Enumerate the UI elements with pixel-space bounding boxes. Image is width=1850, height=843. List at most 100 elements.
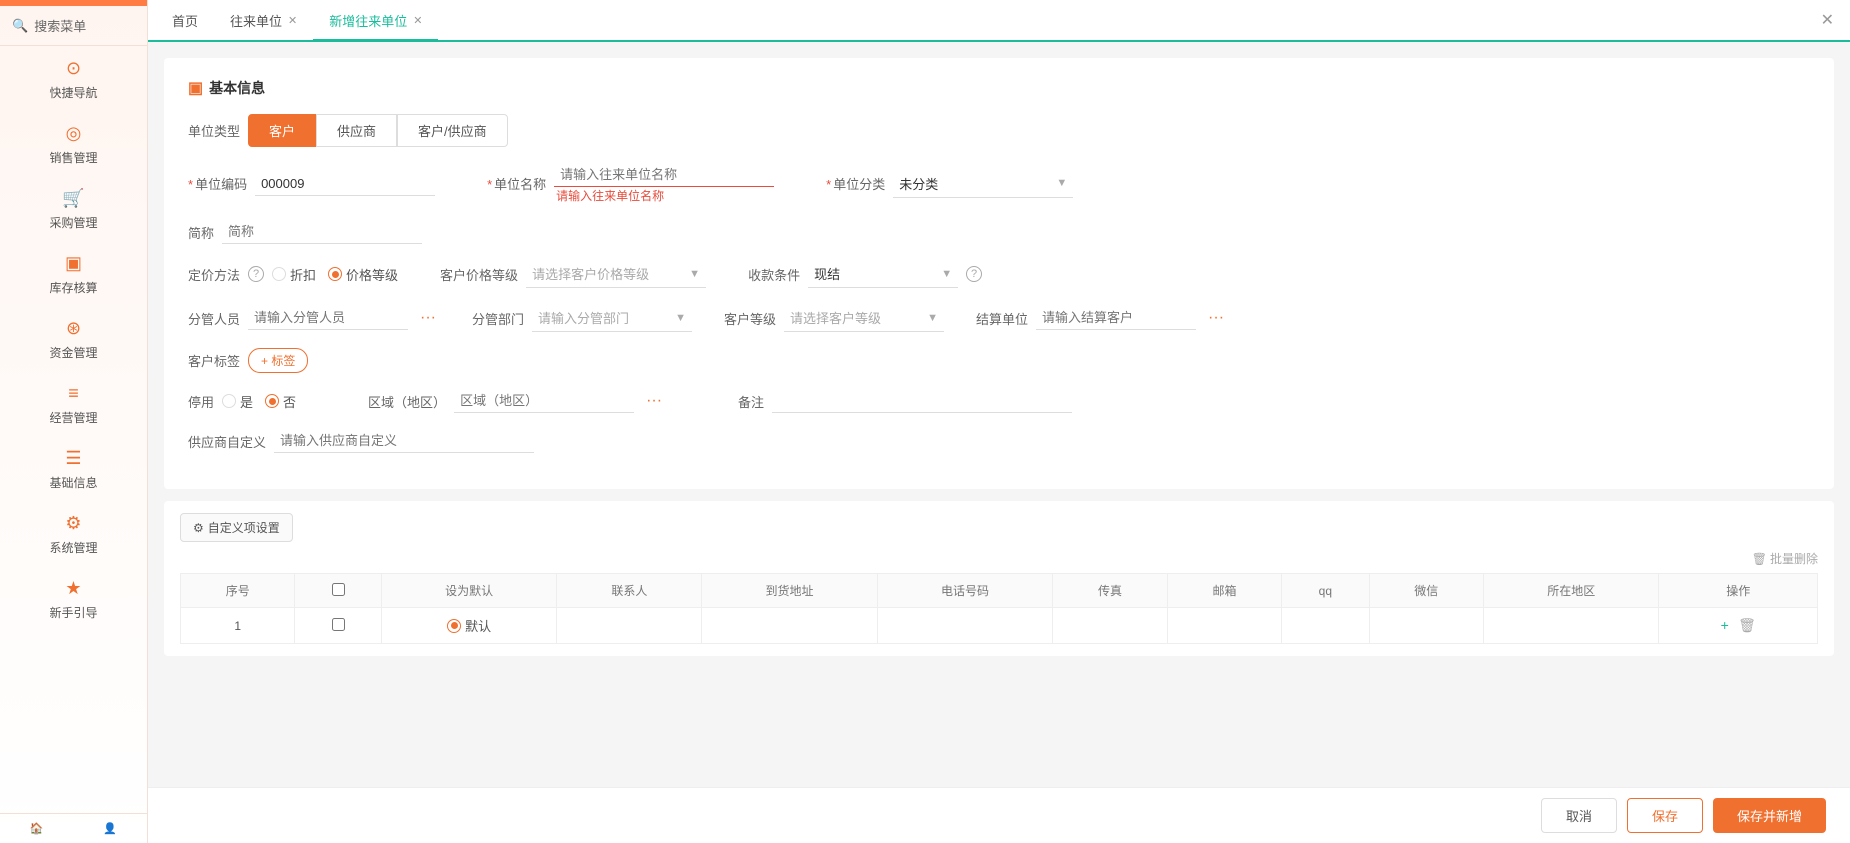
sidebar-item-quick-nav[interactable]: ⊙ 快捷导航 [0,46,147,111]
department-group: 分管部门 请输入分管部门 ▼ [472,304,692,332]
row-fax[interactable] [1053,608,1167,644]
tag-add-button[interactable]: + 标签 [248,348,308,373]
sidebar-item-purchase[interactable]: 🛒 采购管理 [0,176,147,241]
tab-new-counterparty-label: 新增往来单位 [329,11,407,30]
row-checkbox [295,608,381,644]
sidebar-search-label: 搜索菜单 [34,16,86,35]
sidebar-item-finance[interactable]: ⊛ 资金管理 [0,306,147,371]
sidebar-item-inventory[interactable]: ▣ 库存核算 [0,241,147,306]
sidebar-item-guide[interactable]: ★ 新手引导 [0,566,147,631]
row-add-btn[interactable]: + [1718,617,1732,633]
sidebar-item-system[interactable]: ⚙ 系统管理 [0,501,147,566]
code-name-category-row: *单位编码 *单位名称 请输入往来单位名称 *单位分类 未分类 ▼ [188,163,1810,204]
unit-type-btn-supplier[interactable]: 供应商 [316,114,397,147]
quick-nav-icon: ⊙ [62,56,86,80]
sidebar-item-ops[interactable]: ≡ 经营管理 [0,371,147,436]
unit-category-value: 未分类 [899,174,1052,193]
settlement-unit-label: 结算单位 [976,309,1028,328]
department-dropdown[interactable]: 请输入分管部门 ▼ [532,304,692,332]
payment-terms-dropdown[interactable]: 现结 ▼ [808,260,958,288]
tab-bar-close-btn[interactable]: ✕ [1813,10,1842,30]
customer-level-dropdown[interactable]: 请选择客户等级 ▼ [784,304,944,332]
pricing-discount-option[interactable]: 折扣 [272,265,316,284]
row-select-checkbox[interactable] [332,618,345,631]
supplier-custom-input[interactable] [274,429,534,453]
select-all-checkbox[interactable] [332,583,345,596]
unit-type-btn-customer[interactable]: 客户 [248,114,316,147]
tab-bar: 首页 往来单位 ✕ 新增往来单位 ✕ ✕ [148,0,1850,42]
manager-input[interactable] [248,306,408,330]
col-index: 序号 [181,574,295,608]
save-new-button[interactable]: 保存并新增 [1713,798,1826,833]
unit-name-input[interactable] [554,163,774,187]
inventory-icon: ▣ [62,251,86,275]
settlement-unit-more-btn[interactable]: ··· [1204,309,1228,327]
custom-settings-button[interactable]: ⚙ 自定义项设置 [180,513,293,542]
department-arrow: ▼ [675,312,686,324]
col-phone: 电话号码 [877,574,1052,608]
short-name-input[interactable] [222,220,422,244]
unit-code-input[interactable] [255,172,435,196]
pricing-level-radio[interactable] [328,267,342,281]
settlement-unit-input[interactable] [1036,306,1196,330]
row-contact[interactable] [557,608,702,644]
unit-name-group: *单位名称 请输入往来单位名称 [487,163,774,204]
row-action: + 🗑 [1659,608,1818,644]
row-default-radio[interactable]: 默认 [392,616,546,635]
pricing-level-option[interactable]: 价格等级 [328,265,398,284]
row-wechat[interactable] [1369,608,1483,644]
ops-icon: ≡ [62,381,86,405]
pricing-help-icon[interactable]: ? [248,266,264,282]
customer-price-level-dropdown[interactable]: 请选择客户价格等级 ▼ [526,260,706,288]
system-icon: ⚙ [62,511,86,535]
cancel-button[interactable]: 取消 [1541,798,1617,833]
tab-new-counterparty[interactable]: 新增往来单位 ✕ [313,1,438,41]
col-checkbox [295,574,381,608]
row-qq[interactable] [1282,608,1369,644]
manager-more-btn[interactable]: ··· [416,309,440,327]
row-email[interactable] [1167,608,1281,644]
sidebar-label-quick-nav: 快捷导航 [49,84,97,101]
row-phone[interactable] [877,608,1052,644]
save-button[interactable]: 保存 [1627,798,1703,833]
payment-terms-help-icon[interactable]: ? [966,266,982,282]
section-title-text: 基本信息 [209,78,265,98]
sidebar-home-btn[interactable]: 🏠 [30,822,44,835]
sidebar-label-sales: 销售管理 [49,149,97,166]
batch-delete-label: 批量删除 [1770,550,1818,567]
tab-counterparty-close[interactable]: ✕ [288,14,297,27]
sidebar-label-guide: 新手引导 [49,604,97,621]
disabled-yes-radio[interactable] [222,394,236,408]
row-address[interactable] [702,608,877,644]
sales-icon: ◎ [62,121,86,145]
pricing-discount-radio[interactable] [272,267,286,281]
unit-category-dropdown[interactable]: 未分类 ▼ [893,170,1073,198]
tab-counterparty[interactable]: 往来单位 ✕ [214,1,313,41]
region-more-btn[interactable]: ··· [642,392,666,410]
customer-level-placeholder: 请选择客户等级 [790,308,923,327]
disabled-yes-option[interactable]: 是 [222,392,253,411]
home-icon: 🏠 [30,822,44,835]
sidebar-label-system: 系统管理 [49,539,97,556]
sidebar-user-btn[interactable]: 👤 [103,822,117,835]
supplier-custom-row: 供应商自定义 [188,429,1810,453]
pricing-row: 定价方法 ? 折扣 价格等级 [188,260,1810,288]
tab-new-counterparty-close[interactable]: ✕ [413,14,422,27]
sidebar-label-inventory: 库存核算 [49,279,97,296]
sidebar-search[interactable]: 🔍 搜索菜单 [0,6,147,46]
unit-name-label: *单位名称 [487,174,546,193]
row-delete-btn[interactable]: 🗑 [1735,617,1759,633]
batch-delete-button[interactable]: 🗑 批量删除 [1752,550,1818,567]
region-input[interactable] [454,389,634,413]
pricing-method-group: 定价方法 ? 折扣 价格等级 [188,265,398,284]
row-region[interactable] [1483,608,1658,644]
guide-icon: ★ [62,576,86,600]
disabled-no-option[interactable]: 否 [265,392,296,411]
sidebar-item-sales[interactable]: ◎ 销售管理 [0,111,147,176]
sidebar-item-basic[interactable]: ☰ 基础信息 [0,436,147,501]
disabled-no-radio[interactable] [265,394,279,408]
disabled-label: 停用 [188,392,214,411]
tab-home[interactable]: 首页 [156,1,214,41]
remark-input[interactable] [772,389,1072,413]
unit-type-btn-both[interactable]: 客户/供应商 [397,114,508,147]
